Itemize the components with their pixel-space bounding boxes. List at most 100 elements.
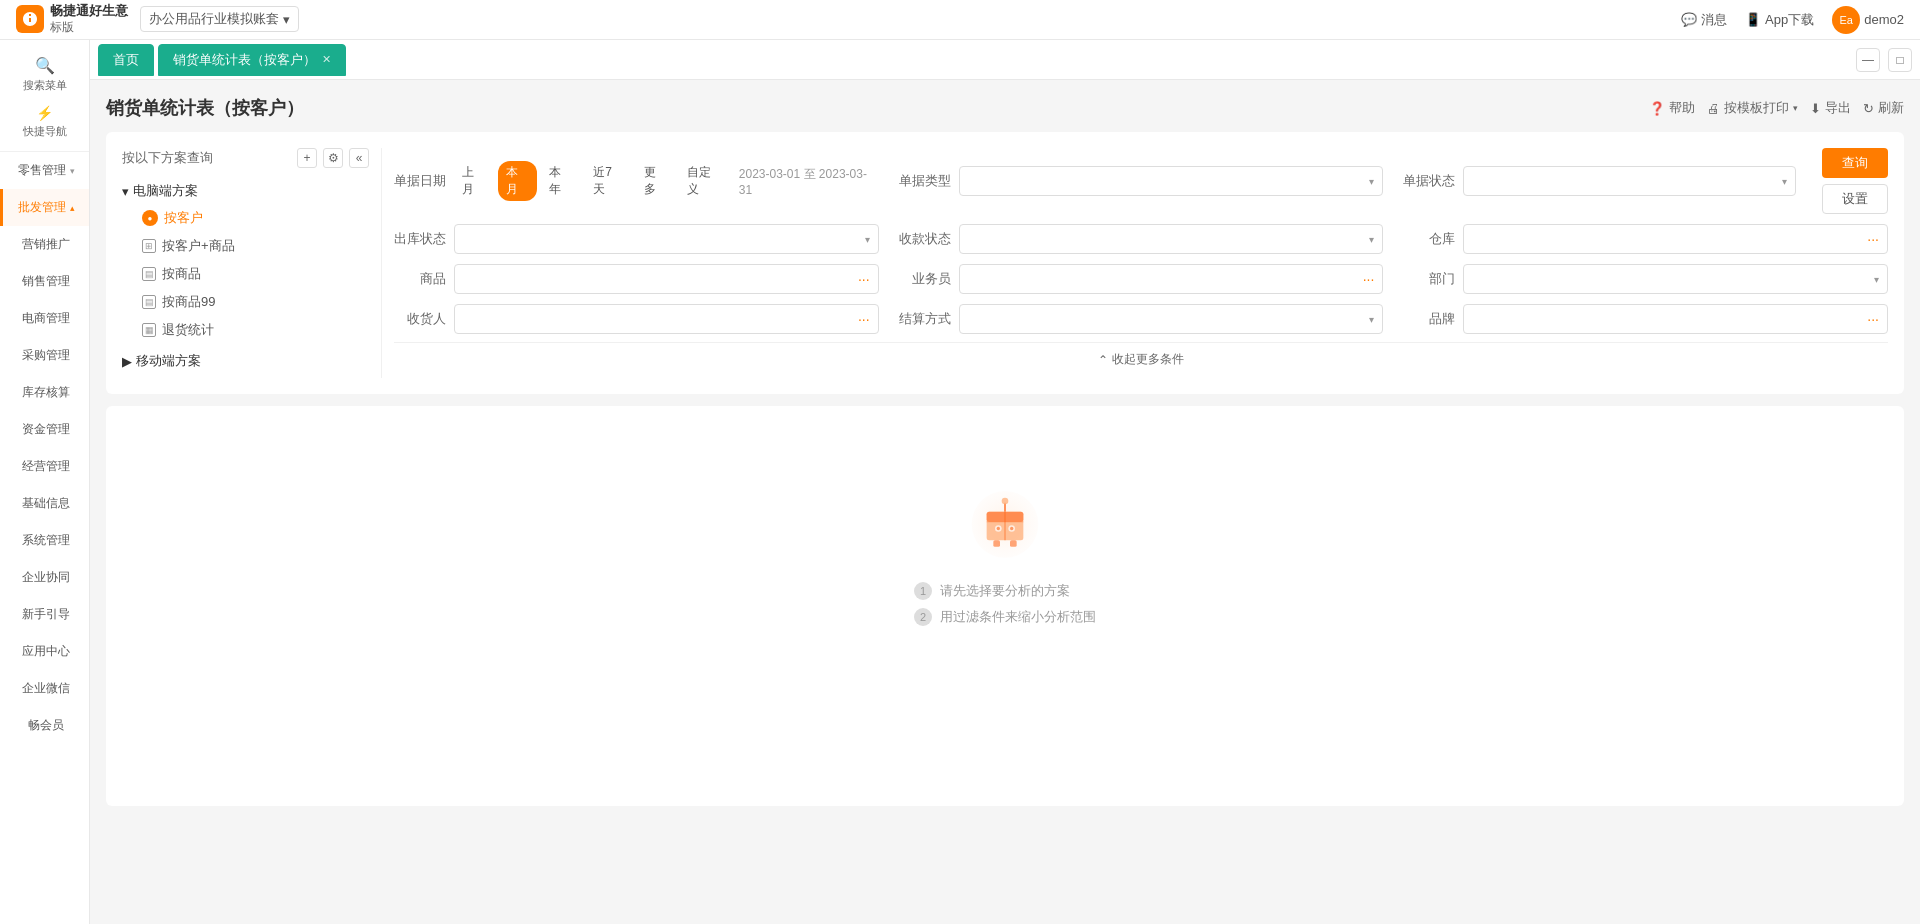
date-tab-custom[interactable]: 自定义 <box>679 161 731 201</box>
chevron-down-icon: ▾ <box>283 12 290 27</box>
order-status-label: 单据状态 <box>1403 172 1455 190</box>
scheme-return-stat[interactable]: ▦ 退货统计 <box>122 316 369 344</box>
settings-scheme-button[interactable]: ⚙ <box>323 148 343 168</box>
search-menu-item[interactable]: 🔍 搜索菜单 <box>8 50 81 99</box>
tab-window-actions: — □ <box>1856 48 1912 72</box>
industry-selector[interactable]: 办公用品行业模拟账套 ▾ <box>140 6 299 32</box>
date-tab-7days[interactable]: 近7天 <box>585 161 631 201</box>
mobile-scheme-header[interactable]: ▶ 移动端方案 <box>122 348 369 374</box>
date-tab-this-year[interactable]: 本年 <box>541 161 581 201</box>
help-link[interactable]: ❓ 帮助 <box>1649 99 1695 117</box>
receive-status-select[interactable]: ▾ <box>959 224 1384 254</box>
settlement-select[interactable]: ▾ <box>959 304 1384 334</box>
filter-row-order-status: 单据状态 ▾ 查询 设置 <box>1403 148 1888 214</box>
dept-select[interactable]: ▾ <box>1463 264 1888 294</box>
sidebar-item-operation[interactable]: 经营管理 <box>0 448 89 485</box>
filter-rows-3: 商品 ··· 业务员 <box>394 264 1888 294</box>
settlement-label: 结算方式 <box>899 310 951 328</box>
app-download-button[interactable]: 📱 App下载 <box>1745 11 1814 29</box>
quick-nav-item[interactable]: ⚡ 快捷导航 <box>8 99 81 145</box>
sidebar-item-apps[interactable]: 应用中心 <box>0 633 89 670</box>
sidebar-item-retail[interactable]: 零售管理 ▾ <box>0 152 89 189</box>
sidebar-item-inventory[interactable]: 库存核算 <box>0 374 89 411</box>
tab-sales-stat[interactable]: 销货单统计表（按客户） ✕ <box>158 44 346 76</box>
date-label: 单据日期 <box>394 172 446 190</box>
tab-home[interactable]: 首页 <box>98 44 154 76</box>
sidebar-item-ecommerce[interactable]: 电商管理 <box>0 300 89 337</box>
empty-tip-2: 2 用过滤条件来缩小分析范围 <box>914 608 1096 626</box>
export-button[interactable]: ⬇ 导出 <box>1810 99 1851 117</box>
tip-num-1: 1 <box>914 582 932 600</box>
tree-expand-icon: ▾ <box>122 184 129 199</box>
sidebar-item-system[interactable]: 系统管理 <box>0 522 89 559</box>
page-title-bar: 销货单统计表（按客户） ❓ 帮助 🖨 按模板打印 ▾ ⬇ 导出 <box>106 96 1904 120</box>
topbar-right: 💬 消息 📱 App下载 Ea demo2 <box>1681 6 1904 34</box>
sidebar-item-wechat[interactable]: 企业微信 <box>0 670 89 707</box>
query-button[interactable]: 查询 <box>1822 148 1888 178</box>
topbar: 畅捷通好生意 标版 办公用品行业模拟账套 ▾ 💬 消息 📱 App下载 Ea d… <box>0 0 1920 40</box>
content-area: 首页 销货单统计表（按客户） ✕ — □ 销货单统计表（按客户） ❓ 帮助 <box>90 40 1920 924</box>
sidebar-item-wholesale[interactable]: 批发管理 ▴ <box>0 189 89 226</box>
sidebar-item-enterprise[interactable]: 企业协同 <box>0 559 89 596</box>
salesperson-select[interactable]: ··· <box>959 264 1384 294</box>
sidebar-item-newbie[interactable]: 新手引导 <box>0 596 89 633</box>
collapse-bar[interactable]: ⌃ 收起更多条件 <box>394 342 1888 376</box>
collapse-scheme-button[interactable]: « <box>349 148 369 168</box>
scheme-by-customer[interactable]: ● 按客户 <box>122 204 369 232</box>
filter-row-date: 单据日期 上月 本月 本年 近7天 更多 自定义 2023-03-01 至 20… <box>394 148 879 214</box>
scheme-by-goods99[interactable]: ▤ 按商品99 <box>122 288 369 316</box>
salesperson-ellipsis: ··· <box>1363 271 1375 287</box>
salesperson-label: 业务员 <box>899 270 951 288</box>
sidebar-item-marketing[interactable]: 营销推广 <box>0 226 89 263</box>
logo-icon <box>16 5 44 33</box>
scheme-by-goods[interactable]: ▤ 按商品 <box>122 260 369 288</box>
goods-ellipsis: ··· <box>858 271 870 287</box>
filter-layout: 按以下方案查询 + ⚙ « ▾ 电脑端方案 <box>122 148 1888 378</box>
chevron-down-icon: ▾ <box>70 166 75 176</box>
add-scheme-button[interactable]: + <box>297 148 317 168</box>
sidebar-item-purchase[interactable]: 采购管理 <box>0 337 89 374</box>
chevron-up-icon: ▴ <box>70 203 75 213</box>
out-status-label: 出库状态 <box>394 230 446 248</box>
brand-select[interactable]: ··· <box>1463 304 1888 334</box>
sidebar-item-member[interactable]: 畅会员 <box>0 707 89 744</box>
sidebar-item-basic[interactable]: 基础信息 <box>0 485 89 522</box>
date-tab-this-month[interactable]: 本月 <box>498 161 538 201</box>
message-button[interactable]: 💬 消息 <box>1681 11 1727 29</box>
logo-text: 畅捷通好生意 标版 <box>50 3 128 35</box>
date-filter: 上月 本月 本年 近7天 更多 自定义 2023-03-01 至 2023-03… <box>454 161 879 201</box>
message-icon: 💬 <box>1681 12 1697 27</box>
maximize-button[interactable]: □ <box>1888 48 1912 72</box>
scheme-title: 按以下方案查询 <box>122 149 213 167</box>
scheme-by-customer-goods[interactable]: ⊞ 按客户+商品 <box>122 232 369 260</box>
wechat-label: 企业微信 <box>22 680 70 697</box>
desktop-scheme-header[interactable]: ▾ 电脑端方案 <box>122 178 369 204</box>
sidebar-item-finance[interactable]: 资金管理 <box>0 411 89 448</box>
table-icon2: ▤ <box>142 295 156 309</box>
tab-close-button[interactable]: ✕ <box>322 53 331 66</box>
minimize-button[interactable]: — <box>1856 48 1880 72</box>
app-icon: 📱 <box>1745 12 1761 27</box>
setting-button[interactable]: 设置 <box>1822 184 1888 214</box>
results-area: 1 请先选择要分析的方案 2 用过滤条件来缩小分析范围 <box>106 406 1904 806</box>
filter-row-consignee: 收货人 ··· <box>394 304 879 334</box>
order-status-select[interactable]: ▾ <box>1463 166 1796 196</box>
date-tab-more[interactable]: 更多 <box>636 161 676 201</box>
dot-icon: ● <box>142 210 158 226</box>
order-type-select[interactable]: ▾ <box>959 166 1384 196</box>
consignee-select[interactable]: ··· <box>454 304 879 334</box>
user-menu[interactable]: Ea demo2 <box>1832 6 1904 34</box>
svg-point-7 <box>997 527 1000 530</box>
warehouse-select[interactable]: ··· <box>1463 224 1888 254</box>
date-tab-last-month[interactable]: 上月 <box>454 161 494 201</box>
settlement-arrow: ▾ <box>1369 314 1374 325</box>
print-button[interactable]: 🖨 按模板打印 ▾ <box>1707 99 1798 117</box>
grid-icon: ⊞ <box>142 239 156 253</box>
goods-select[interactable]: ··· <box>454 264 879 294</box>
sidebar-item-sales[interactable]: 销售管理 <box>0 263 89 300</box>
out-status-input-wrap: ▾ <box>454 224 879 254</box>
dept-arrow: ▾ <box>1874 274 1879 285</box>
tree-expand-icon2: ▶ <box>122 354 132 369</box>
refresh-button[interactable]: ↻ 刷新 <box>1863 99 1904 117</box>
out-status-select[interactable]: ▾ <box>454 224 879 254</box>
